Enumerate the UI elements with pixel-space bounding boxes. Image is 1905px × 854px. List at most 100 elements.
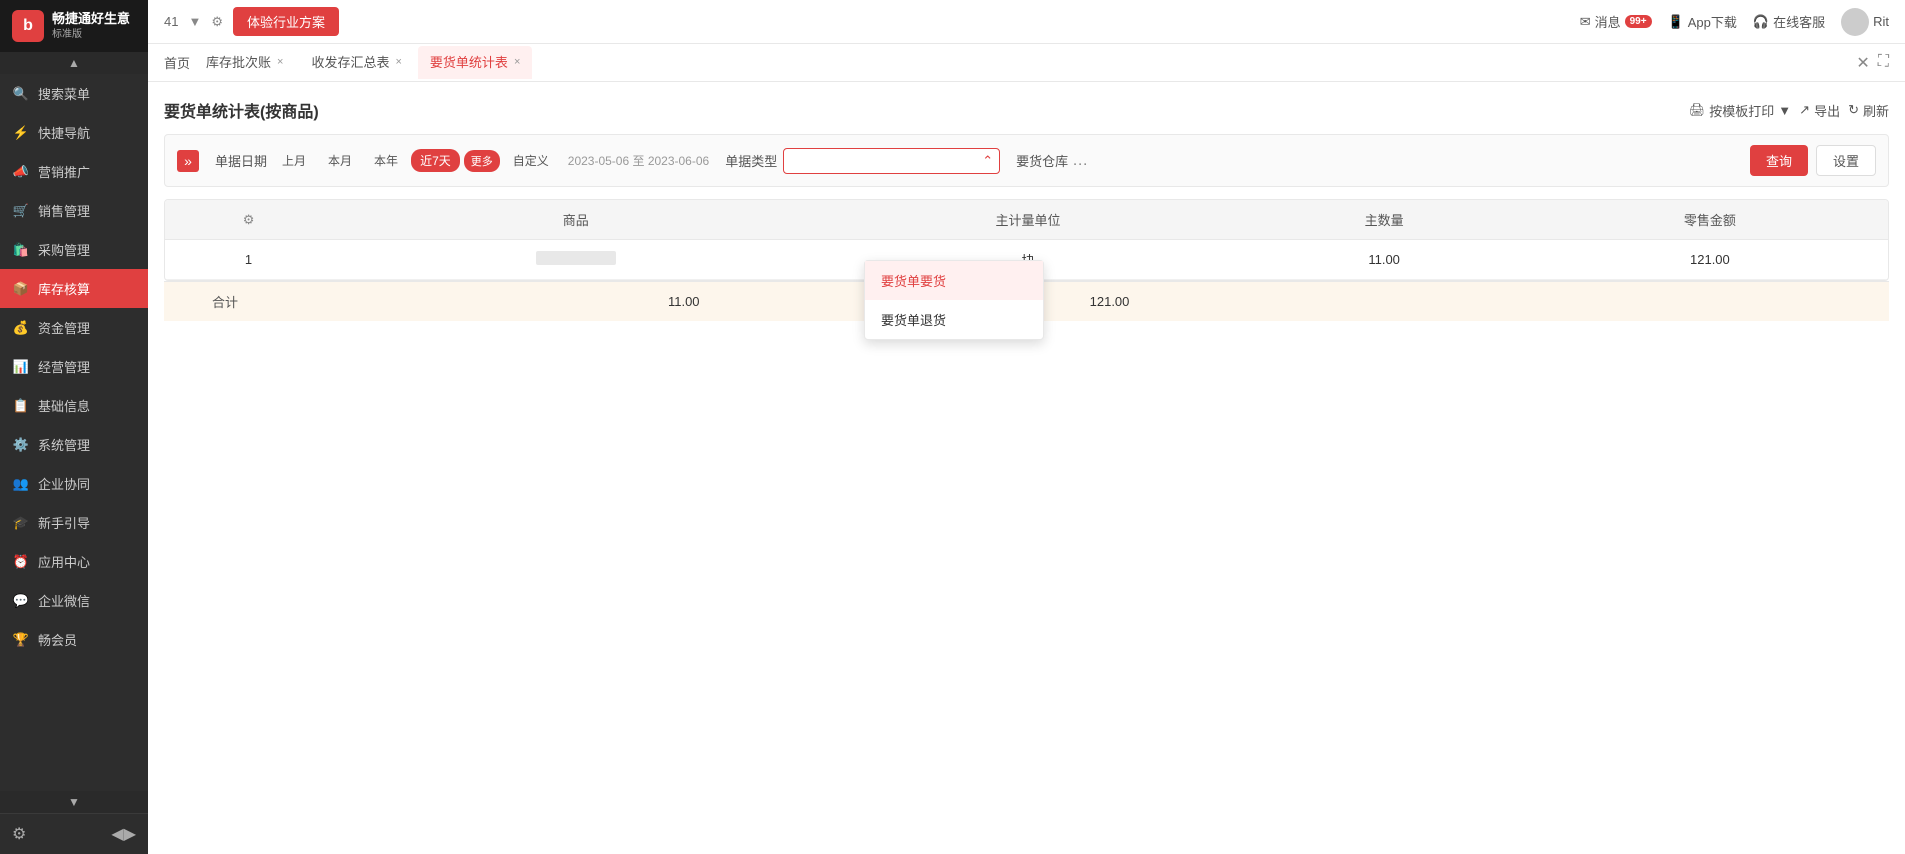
col-index: ⚙ <box>165 200 332 240</box>
tab-label: 要货单统计表 <box>430 52 508 71</box>
date-filter-label: 单据日期 <box>215 151 267 170</box>
sidebar-item-label: 快捷导航 <box>38 123 90 142</box>
user-avatar[interactable]: Rit <box>1841 8 1889 36</box>
tab-close-all-icon[interactable]: ✕ <box>1856 53 1869 73</box>
dropdown-item-return-goods[interactable]: 要货单退货 <box>865 300 1043 339</box>
username: Rit <box>1873 14 1889 29</box>
print-button[interactable]: 🖨 按模板打印 ▼ <box>1689 101 1791 120</box>
total-label: 合计 <box>212 292 238 311</box>
tab-order-stats[interactable]: 要货单统计表 × <box>418 46 532 79</box>
gear-icon: ⚙️ <box>12 436 30 454</box>
sidebar-item-inventory[interactable]: 📦 库存核算 <box>0 269 148 308</box>
settings-icon[interactable]: ⚙ <box>12 824 26 844</box>
filter-bar: » 单据日期 上月 本月 本年 近7天 更多 自定义 2023-05-06 至 … <box>164 134 1889 187</box>
nav-scroll-down[interactable]: ▼ <box>0 791 148 813</box>
sidebar: b 畅捷通好生意 标准版 ▲ 🔍 搜索菜单 ⚡ 快捷导航 📣 营销推广 🛒 销售… <box>0 0 148 854</box>
sidebar-item-basic-info[interactable]: 📋 基础信息 <box>0 386 148 425</box>
export-button[interactable]: ↗ 导出 <box>1799 101 1840 120</box>
box-icon: 📦 <box>12 280 30 298</box>
sidebar-item-label: 采购管理 <box>38 240 90 259</box>
table-settings-icon[interactable]: ⚙ <box>243 212 255 227</box>
type-select-wrapper: ⌃ <box>783 148 1000 174</box>
tab-inventory-batch[interactable]: 库存批次账 × <box>194 46 295 79</box>
total-amount: 121.00 <box>1090 294 1130 309</box>
messages-item[interactable]: ✉ 消息 99+ <box>1580 12 1652 31</box>
tab-close-icon[interactable]: × <box>277 56 283 68</box>
sidebar-item-marketing[interactable]: 📣 营销推广 <box>0 152 148 191</box>
sidebar-item-label: 营销推广 <box>38 162 90 181</box>
sidebar-item-label: 搜索菜单 <box>38 84 90 103</box>
type-filter-label: 单据类型 <box>725 151 777 170</box>
settings-button[interactable]: 设置 <box>1816 145 1876 176</box>
warehouse-more-icon[interactable]: … <box>1072 152 1088 170</box>
content-area: 要货单统计表(按商品) 🖨 按模板打印 ▼ ↗ 导出 ↻ 刷新 <box>148 82 1905 854</box>
tab-receipt-summary[interactable]: 收发存汇总表 × <box>299 46 413 79</box>
logo: b 畅捷通好生意 标准版 <box>0 0 148 52</box>
guide-icon: 🎓 <box>12 514 30 532</box>
export-icon: ↗ <box>1799 102 1810 118</box>
online-service-item[interactable]: 🎧 在线客服 <box>1753 12 1825 31</box>
message-icon: ✉ <box>1580 14 1591 30</box>
date-chip-more[interactable]: 更多 <box>464 150 500 172</box>
sidebar-item-management[interactable]: 📊 经营管理 <box>0 347 148 386</box>
sidebar-item-label: 企业协同 <box>38 474 90 493</box>
logo-icon: b <box>12 10 44 42</box>
sidebar-item-label: 应用中心 <box>38 552 90 571</box>
sidebar-item-search[interactable]: 🔍 搜索菜单 <box>0 74 148 113</box>
tab-label: 收发存汇总表 <box>311 52 389 71</box>
type-select-input[interactable] <box>784 149 976 172</box>
sidebar-item-sales[interactable]: 🛒 销售管理 <box>0 191 148 230</box>
trial-button[interactable]: 体验行业方案 <box>233 7 339 36</box>
sidebar-item-system[interactable]: ⚙️ 系统管理 <box>0 425 148 464</box>
nav-scroll-up[interactable]: ▲ <box>0 52 148 74</box>
refresh-icon: ↻ <box>1848 102 1859 118</box>
chevron-down-icon: ▼ <box>1778 103 1791 118</box>
tabbar: 首页 库存批次账 × 收发存汇总表 × 要货单统计表 × ✕ ⛶ <box>148 44 1905 82</box>
filter-toggle-button[interactable]: » <box>177 150 199 172</box>
apps-icon: ⏰ <box>12 553 30 571</box>
tab-home[interactable]: 首页 <box>164 53 190 72</box>
sidebar-item-quicknav[interactable]: ⚡ 快捷导航 <box>0 113 148 152</box>
cell-index: 1 <box>165 240 332 280</box>
date-chip-last-month[interactable]: 上月 <box>273 149 315 172</box>
app-download-item[interactable]: 📱 App下载 <box>1668 12 1737 31</box>
logo-text: 畅捷通好生意 标准版 <box>52 11 130 41</box>
topbar-right: ✉ 消息 99+ 📱 App下载 🎧 在线客服 Rit <box>1580 8 1889 36</box>
sidebar-item-wechat[interactable]: 💬 企业微信 <box>0 581 148 620</box>
tab-close-icon[interactable]: × <box>514 56 520 68</box>
flash-icon: ⚡ <box>12 124 30 142</box>
chevron-down-icon[interactable]: ▼ <box>188 14 201 29</box>
sidebar-item-enterprise[interactable]: 👥 企业协同 <box>0 464 148 503</box>
total-quantity: 11.00 <box>668 294 700 309</box>
date-range: 2023-05-06 至 2023-06-06 <box>568 152 709 169</box>
sidebar-item-apps[interactable]: ⏰ 应用中心 <box>0 542 148 581</box>
dropdown-item-order-goods[interactable]: 要货单要货 <box>865 261 1043 300</box>
date-chip-this-year[interactable]: 本年 <box>365 149 407 172</box>
date-chip-this-month[interactable]: 本月 <box>319 149 361 172</box>
sidebar-item-member[interactable]: 🏆 畅会员 <box>0 620 148 659</box>
sidebar-item-finance[interactable]: 💰 资金管理 <box>0 308 148 347</box>
type-select-close-icon[interactable]: ⌃ <box>976 149 999 173</box>
sidebar-item-label: 库存核算 <box>38 279 90 298</box>
date-chip-custom[interactable]: 自定义 <box>504 149 558 172</box>
tab-expand-icon[interactable]: ⛶ <box>1878 53 1889 73</box>
info-icon: 📋 <box>12 397 30 415</box>
sidebar-item-purchase[interactable]: 🛍️ 采购管理 <box>0 230 148 269</box>
sidebar-item-label: 新手引导 <box>38 513 90 532</box>
date-chips: 上月 本月 本年 近7天 更多 自定义 <box>273 149 558 172</box>
col-quantity: 主数量 <box>1237 200 1532 240</box>
sidebar-item-guide[interactable]: 🎓 新手引导 <box>0 503 148 542</box>
cell-quantity: 11.00 <box>1237 240 1532 280</box>
refresh-button[interactable]: ↻ 刷新 <box>1848 101 1889 120</box>
filter-warehouse-group: 要货仓库 … <box>1016 151 1088 170</box>
date-chip-7days[interactable]: 近7天 <box>411 149 460 172</box>
tab-count: 41 <box>164 14 178 29</box>
query-button[interactable]: 查询 <box>1750 145 1808 176</box>
member-icon: 🏆 <box>12 631 30 649</box>
tab-close-icon[interactable]: × <box>395 56 401 68</box>
collapse-icon[interactable]: ◀▶ <box>111 824 136 844</box>
wechat-icon: 💬 <box>12 592 30 610</box>
topbar-gear-icon[interactable]: ⚙ <box>211 14 223 30</box>
sidebar-item-label: 系统管理 <box>38 435 90 454</box>
type-dropdown: 要货单要货 要货单退货 <box>864 260 1044 340</box>
